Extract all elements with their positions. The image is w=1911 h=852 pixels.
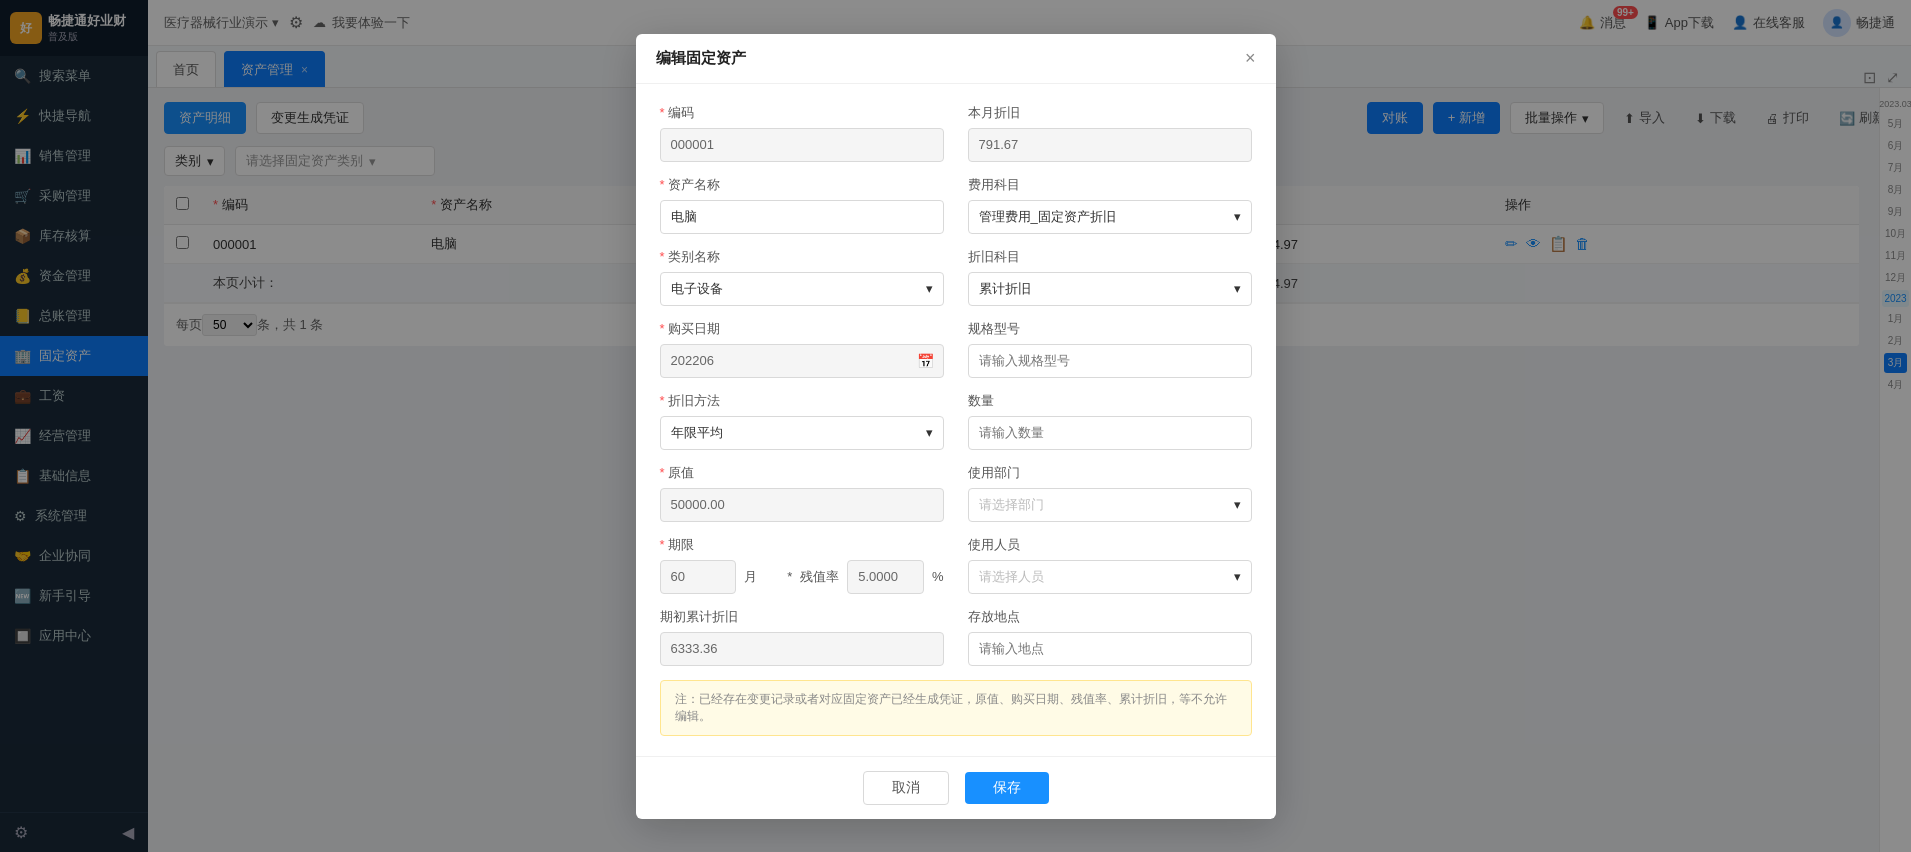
monthly-dep-label: 本月折旧 xyxy=(968,104,1252,122)
quantity-field-row: 数量 xyxy=(968,392,1252,450)
asset-name-label: * 资产名称 xyxy=(660,176,944,194)
expense-account-chevron-icon: ▾ xyxy=(1234,209,1241,224)
dep-account-field-row: 折旧科目 累计折旧 ▾ xyxy=(968,248,1252,306)
dept-select[interactable]: 请选择部门 ▾ xyxy=(968,488,1252,522)
dep-account-chevron-icon: ▾ xyxy=(1234,281,1241,296)
modal-note-text: 注：已经存在变更记录或者对应固定资产已经生成凭证，原值、购买日期、残值率、累计折… xyxy=(675,692,1227,723)
cancel-button[interactable]: 取消 xyxy=(863,771,949,805)
dep-account-label: 折旧科目 xyxy=(968,248,1252,266)
expense-account-value: 管理费用_固定资产折旧 xyxy=(979,208,1116,226)
modal-body: * 编码 * 资产名称 xyxy=(636,84,1276,756)
edit-asset-modal: 编辑固定资产 × * 编码 xyxy=(636,34,1276,819)
asset-name-input[interactable] xyxy=(660,200,944,234)
category-select-value: 电子设备 xyxy=(671,280,723,298)
dep-method-select[interactable]: 年限平均 ▾ xyxy=(660,416,944,450)
location-label: 存放地点 xyxy=(968,608,1252,626)
spec-label: 规格型号 xyxy=(968,320,1252,338)
quantity-label: 数量 xyxy=(968,392,1252,410)
purchase-date-label: * 购买日期 xyxy=(660,320,944,338)
spec-field-row: 规格型号 xyxy=(968,320,1252,378)
initial-dep-label: 期初累计折旧 xyxy=(660,608,944,626)
residual-label: 残值率 xyxy=(800,568,839,586)
dep-account-select[interactable]: 累计折旧 ▾ xyxy=(968,272,1252,306)
person-placeholder: 请选择人员 xyxy=(979,568,1044,586)
dep-method-field-row: * 折旧方法 年限平均 ▾ xyxy=(660,392,944,450)
modal-close-btn[interactable]: × xyxy=(1245,48,1256,69)
dep-method-value: 年限平均 xyxy=(671,424,723,442)
modal-footer: 取消 保存 xyxy=(636,756,1276,819)
period-unit: 月 xyxy=(744,568,757,586)
modal-header: 编辑固定资产 × xyxy=(636,34,1276,84)
period-residual-field-row: * 期限 月 * 残值率 % xyxy=(660,536,944,594)
initial-dep-input xyxy=(660,632,944,666)
dept-chevron-icon: ▾ xyxy=(1234,497,1241,512)
category-chevron-icon: ▾ xyxy=(926,281,933,296)
code-input xyxy=(660,128,944,162)
original-value-label: * 原值 xyxy=(660,464,944,482)
dep-method-label: * 折旧方法 xyxy=(660,392,944,410)
residual-input xyxy=(847,560,924,594)
person-chevron-icon: ▾ xyxy=(1234,569,1241,584)
person-label: 使用人员 xyxy=(968,536,1252,554)
modal-title: 编辑固定资产 xyxy=(656,49,746,68)
period-label: * 期限 xyxy=(660,536,944,554)
modal-note: 注：已经存在变更记录或者对应固定资产已经生成凭证，原值、购买日期、残值率、累计折… xyxy=(660,680,1252,736)
calendar-icon: 📅 xyxy=(917,353,934,369)
code-field-row: * 编码 xyxy=(660,104,944,162)
original-value-field-row: * 原值 xyxy=(660,464,944,522)
spec-input[interactable] xyxy=(968,344,1252,378)
initial-dep-field-row: 期初累计折旧 xyxy=(660,608,944,666)
category-select[interactable]: 电子设备 ▾ xyxy=(660,272,944,306)
modal-overlay: 编辑固定资产 × * 编码 xyxy=(0,0,1911,852)
monthly-dep-field-row: 本月折旧 xyxy=(968,104,1252,162)
monthly-dep-input xyxy=(968,128,1252,162)
dept-field-row: 使用部门 请选择部门 ▾ xyxy=(968,464,1252,522)
dept-placeholder: 请选择部门 xyxy=(979,496,1044,514)
modal-form-grid: * 编码 * 资产名称 xyxy=(660,104,1252,666)
dept-label: 使用部门 xyxy=(968,464,1252,482)
quantity-input[interactable] xyxy=(968,416,1252,450)
save-button[interactable]: 保存 xyxy=(965,772,1049,804)
residual-unit: % xyxy=(932,569,944,584)
person-select[interactable]: 请选择人员 ▾ xyxy=(968,560,1252,594)
category-field-row: * 类别名称 电子设备 ▾ xyxy=(660,248,944,306)
period-input xyxy=(660,560,737,594)
location-field-row: 存放地点 xyxy=(968,608,1252,666)
purchase-date-field-row: * 购买日期 📅 xyxy=(660,320,944,378)
purchase-date-input xyxy=(660,344,944,378)
code-label: * 编码 xyxy=(660,104,944,122)
person-field-row: 使用人员 请选择人员 ▾ xyxy=(968,536,1252,594)
expense-account-select[interactable]: 管理费用_固定资产折旧 ▾ xyxy=(968,200,1252,234)
category-field-label: * 类别名称 xyxy=(660,248,944,266)
asset-name-field-row: * 资产名称 xyxy=(660,176,944,234)
expense-account-field-row: 费用科目 管理费用_固定资产折旧 ▾ xyxy=(968,176,1252,234)
dep-method-chevron-icon: ▾ xyxy=(926,425,933,440)
location-input[interactable] xyxy=(968,632,1252,666)
dep-account-value: 累计折旧 xyxy=(979,280,1031,298)
original-value-input xyxy=(660,488,944,522)
expense-account-label: 费用科目 xyxy=(968,176,1252,194)
